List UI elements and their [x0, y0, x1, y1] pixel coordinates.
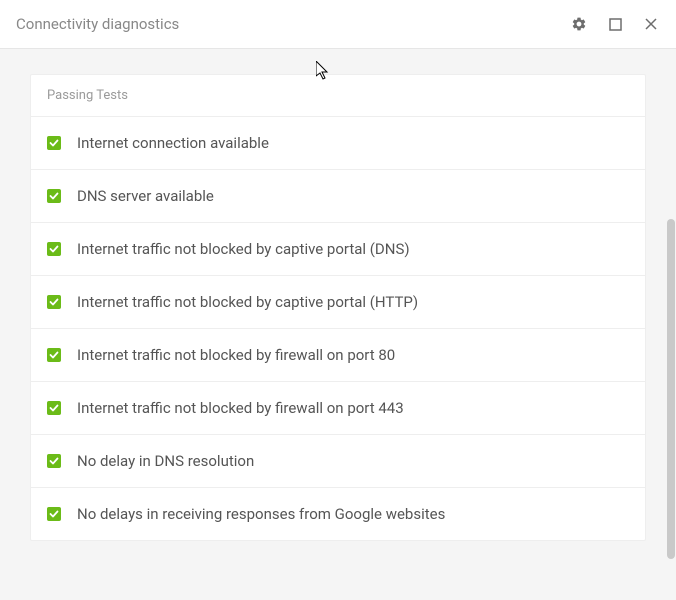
check-pass-icon	[47, 507, 61, 521]
test-label: Internet traffic not blocked by firewall…	[77, 346, 395, 364]
check-pass-icon	[47, 348, 61, 362]
window-title: Connectivity diagnostics	[16, 15, 570, 33]
passing-tests-panel: Passing Tests Internet connection availa…	[30, 74, 646, 541]
test-label: Internet traffic not blocked by firewall…	[77, 399, 404, 417]
gear-icon[interactable]	[570, 15, 588, 33]
scrollbar-thumb[interactable]	[667, 219, 675, 559]
close-icon[interactable]	[642, 15, 660, 33]
test-label: Internet traffic not blocked by captive …	[77, 240, 410, 258]
check-pass-icon	[47, 136, 61, 150]
check-pass-icon	[47, 454, 61, 468]
test-label: No delay in DNS resolution	[77, 452, 254, 470]
test-label: Internet traffic not blocked by captive …	[77, 293, 418, 311]
content-area: Passing Tests Internet connection availa…	[0, 49, 676, 600]
test-label: No delays in receiving responses from Go…	[77, 505, 445, 523]
test-row[interactable]: Internet traffic not blocked by captive …	[31, 276, 645, 329]
check-pass-icon	[47, 189, 61, 203]
titlebar: Connectivity diagnostics	[0, 0, 676, 49]
test-row[interactable]: Internet traffic not blocked by captive …	[31, 223, 645, 276]
test-label: Internet connection available	[77, 134, 269, 152]
window-controls	[570, 15, 660, 33]
test-row[interactable]: Internet connection available	[31, 117, 645, 170]
maximize-icon[interactable]	[606, 15, 624, 33]
check-pass-icon	[47, 242, 61, 256]
test-row[interactable]: DNS server available	[31, 170, 645, 223]
test-row[interactable]: Internet traffic not blocked by firewall…	[31, 382, 645, 435]
check-pass-icon	[47, 295, 61, 309]
test-row[interactable]: No delays in receiving responses from Go…	[31, 488, 645, 540]
test-row[interactable]: No delay in DNS resolution	[31, 435, 645, 488]
panel-header: Passing Tests	[31, 75, 645, 117]
scrollbar-track[interactable]	[666, 49, 676, 600]
test-row[interactable]: Internet traffic not blocked by firewall…	[31, 329, 645, 382]
check-pass-icon	[47, 401, 61, 415]
test-label: DNS server available	[77, 187, 214, 205]
